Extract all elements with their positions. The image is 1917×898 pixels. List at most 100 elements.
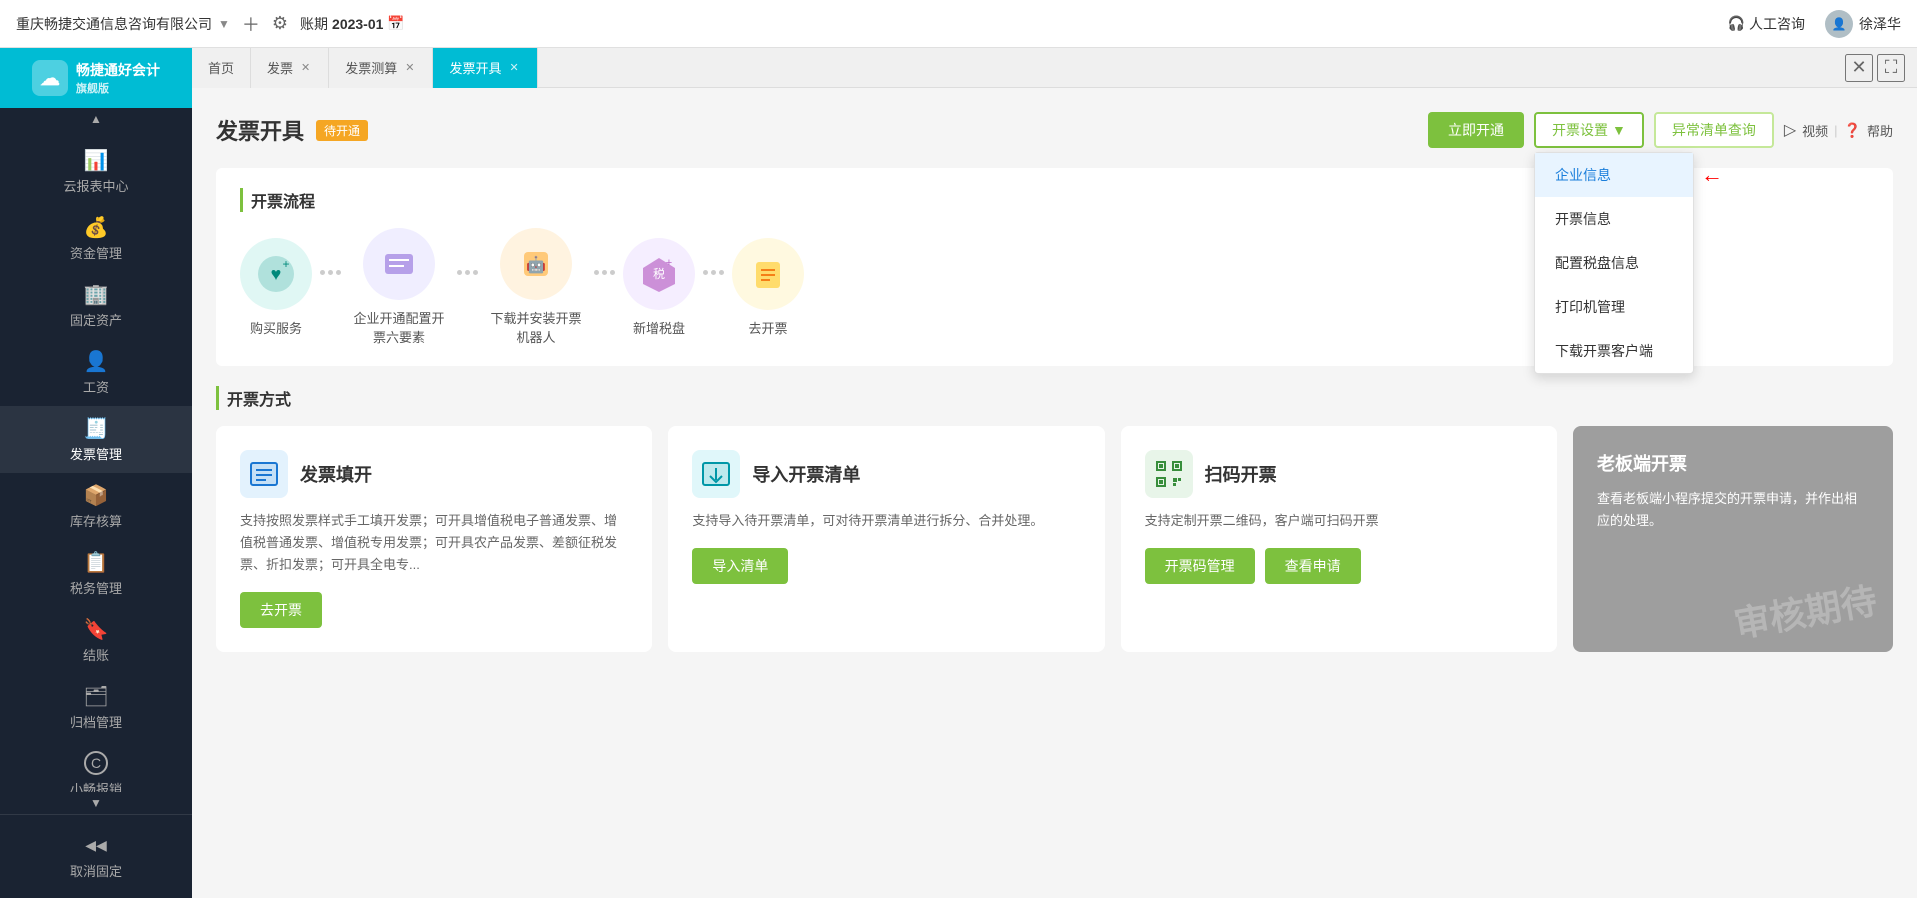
dropdown-item-company-info[interactable]: 企业信息 ← [1535, 153, 1693, 197]
flow-step-icon-add-tax: 税 + [623, 238, 695, 310]
add-button[interactable]: ＋ [242, 11, 260, 37]
flow-step-add-tax: 税 + 新增税盘 [623, 238, 695, 337]
sidebar-item-quxiao[interactable]: ◀◀ 取消固定 [0, 823, 192, 890]
sidebar-item-label: 税务管理 [70, 578, 122, 597]
sidebar-item-label: 发票管理 [70, 444, 122, 463]
sidebar-logo: ☁ 畅捷通好会计 旗舰版 [0, 48, 192, 108]
sidebar-item-label: 库存核算 [70, 511, 122, 530]
copyright-icon: C [84, 751, 108, 775]
chevron-down-icon: ▼ [1612, 122, 1626, 138]
sidebar-item-label: 云报表中心 [63, 176, 128, 195]
tab-home[interactable]: 首页 [192, 48, 251, 88]
invoice-settings-button[interactable]: 开票设置 ▼ [1534, 112, 1644, 148]
tab-label: 发票 [267, 58, 293, 77]
tab-close-icon[interactable]: ✕ [299, 61, 312, 74]
tab-label: 发票测算 [345, 58, 397, 77]
dropdown-item-invoice-info[interactable]: 开票信息 [1535, 197, 1693, 241]
dropdown-item-download-client[interactable]: 下载开票客户端 [1535, 329, 1693, 373]
dropdown-item-printer[interactable]: 打印机管理 [1535, 285, 1693, 329]
sidebar-item-gongzi[interactable]: 👤 工资 [0, 339, 192, 406]
person-icon: 👤 [84, 349, 108, 373]
method-card-scan: 扫码开票 支持定制开票二维码，客户端可扫码开票 开票码管理 查看申请 [1121, 426, 1557, 652]
method-desc: 支持定制开票二维码，客户端可扫码开票 [1145, 510, 1533, 532]
tab-fapiaokaiqu[interactable]: 发票开具 ✕ [433, 48, 537, 88]
scan-icon [1145, 450, 1193, 498]
sidebar-item-gudingzichan[interactable]: 🏢 固定资产 [0, 272, 192, 339]
money-icon: 💰 [84, 215, 108, 239]
svg-text:税: 税 [653, 267, 665, 281]
sidebar-item-label: 结账 [83, 645, 109, 664]
tab-close-button[interactable]: ✕ [1845, 54, 1873, 82]
invoice-fill-icon [240, 450, 288, 498]
scroll-down[interactable]: ▼ [0, 792, 192, 814]
dropdown-item-tax-config[interactable]: 配置税盘信息 [1535, 241, 1693, 285]
unpin-icon: ◀◀ [84, 833, 108, 857]
method-title: 扫码开票 [1205, 461, 1277, 487]
flow-step-go-invoice: 去开票 [732, 238, 804, 337]
chart-icon: 📊 [84, 148, 108, 172]
support-button[interactable]: 🎧 人工咨询 [1728, 14, 1805, 34]
flow-step-icon-buy: ♥ + [240, 238, 312, 310]
page-title: 发票开具 [216, 114, 304, 146]
receipt-icon: 🧾 [84, 416, 108, 440]
invoice-code-button[interactable]: 开票码管理 [1145, 548, 1255, 584]
video-help[interactable]: ▷ 视频 | ❓ 帮助 [1784, 120, 1893, 140]
settings-icon[interactable]: ⚙ [272, 13, 288, 34]
method-desc: 支持导入待开票清单，可对待开票清单进行拆分、合并处理。 [692, 510, 1080, 532]
sidebar-item-shuiwu[interactable]: 📋 税务管理 [0, 540, 192, 607]
sidebar-item-xiaochang[interactable]: C 小畅报销 [0, 741, 192, 792]
dropdown-menu: 企业信息 ← 开票信息 配置税盘信息 打印机管理 [1534, 152, 1694, 374]
tab-expand-button[interactable]: ⛶ [1877, 54, 1905, 82]
method-desc: 查看老板端小程序提交的开票申请，并作出相应的处理。 [1597, 488, 1869, 532]
period-label: 账期 2023-01 📅 [300, 14, 405, 34]
sidebar-item-label: 固定资产 [70, 310, 122, 329]
svg-text:+: + [666, 257, 672, 269]
red-arrow-icon: ← [1701, 162, 1723, 188]
calendar-icon: 📅 [387, 15, 404, 32]
sidebar-item-jiezhang[interactable]: 🔖 结账 [0, 607, 192, 674]
immediate-open-button[interactable]: 立即开通 [1428, 112, 1524, 148]
status-badge: 待开通 [316, 120, 368, 141]
method-desc: 支持按照发票样式手工填开发票；可开具增值税电子普通发票、增值税普通发票、增值税专… [240, 510, 628, 576]
import-list-button[interactable]: 导入清单 [692, 548, 788, 584]
go-invoice-button[interactable]: 去开票 [240, 592, 322, 628]
sidebar-item-guidang[interactable]: 🗂 归档管理 [0, 674, 192, 741]
flow-step-buy: ♥ + 购买服务 [240, 238, 312, 337]
video-icon: ▷ [1784, 120, 1796, 140]
method-card-boss: 老板端开票 查看老板端小程序提交的开票申请，并作出相应的处理。 审核期待 [1573, 426, 1893, 652]
company-selector[interactable]: 重庆畅捷交通信息咨询有限公司 ▼ [16, 14, 230, 34]
method-card-import: 导入开票清单 支持导入待开票清单，可对待开票清单进行拆分、合并处理。 导入清单 [668, 426, 1104, 652]
tab-fapiao[interactable]: 发票 ✕ [251, 48, 329, 88]
method-title: 发票填开 [300, 461, 372, 487]
svg-text:+: + [282, 257, 289, 271]
tab-label: 首页 [208, 58, 234, 77]
sidebar-item-label: 归档管理 [70, 712, 122, 731]
tab-close-icon[interactable]: ✕ [403, 61, 416, 74]
sidebar-item-zijin[interactable]: 💰 资金管理 [0, 205, 192, 272]
abnormal-query-button[interactable]: 异常清单查询 [1654, 112, 1774, 148]
view-application-button[interactable]: 查看申请 [1265, 548, 1361, 584]
flow-step-label: 企业开通配置开票六要素 [349, 308, 449, 346]
svg-text:♥: ♥ [271, 264, 282, 284]
flow-step-label: 下载并安装开票机器人 [486, 308, 586, 346]
sidebar-item-kucun[interactable]: 📦 库存核算 [0, 473, 192, 540]
sidebar-item-yunbao[interactable]: 📊 云报表中心 [0, 138, 192, 205]
building-icon: 🏢 [84, 282, 108, 306]
tab-fapiaocesuan[interactable]: 发票测算 ✕ [329, 48, 433, 88]
archive-icon: 🗂 [84, 684, 108, 708]
bookmark-icon: 🔖 [84, 617, 108, 641]
scroll-up[interactable]: ▲ [0, 108, 192, 130]
sidebar-item-label: 取消固定 [70, 861, 122, 880]
flow-step-label: 购买服务 [250, 318, 302, 337]
import-icon [692, 450, 740, 498]
clipboard-icon: 📋 [84, 550, 108, 574]
flow-step-label: 新增税盘 [633, 318, 685, 337]
tab-close-icon[interactable]: ✕ [508, 61, 521, 74]
methods-section-title: 开票方式 [216, 386, 1893, 410]
flow-step-label: 去开票 [748, 318, 787, 337]
user-info[interactable]: 👤 徐泽华 [1825, 10, 1901, 38]
flow-step-icon-config [363, 228, 435, 300]
method-title: 导入开票清单 [752, 461, 860, 487]
sidebar-item-label: 资金管理 [70, 243, 122, 262]
sidebar-item-fapiao[interactable]: 🧾 发票管理 [0, 406, 192, 473]
